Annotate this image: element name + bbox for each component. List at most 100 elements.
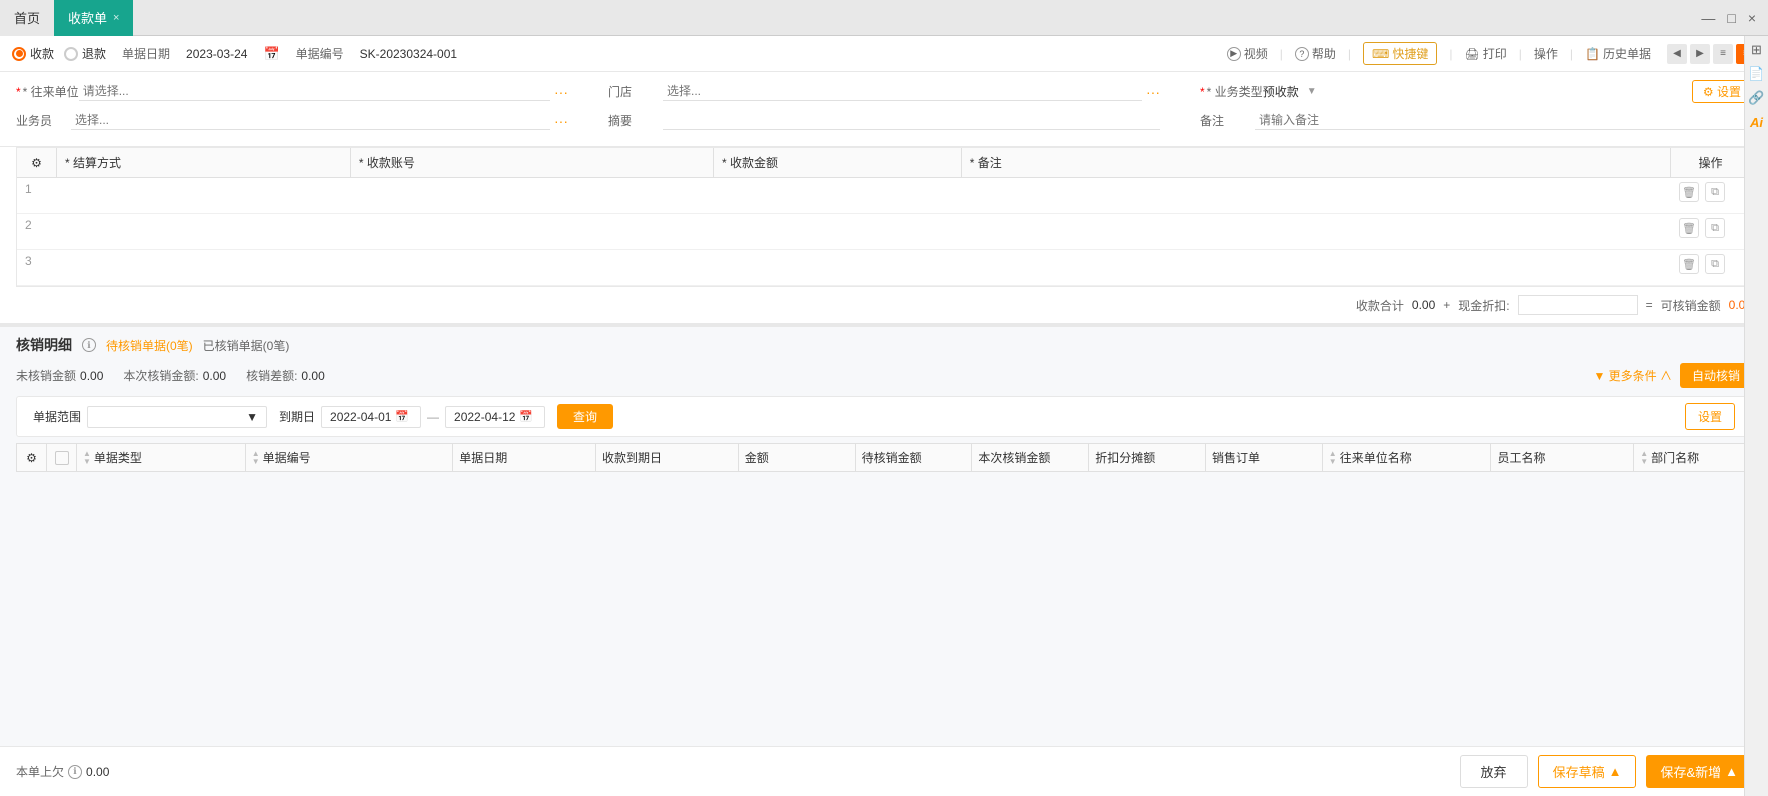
partner-more-btn[interactable]: ··· <box>554 84 568 100</box>
row1-account[interactable] <box>351 178 714 213</box>
bt-current-label: 本次核销金额 <box>978 449 1050 466</box>
row3-amount[interactable] <box>714 250 961 285</box>
staff-field: 业务员 ··· <box>16 111 568 130</box>
sidebar-ai-icon[interactable]: Ai <box>1747 112 1767 132</box>
bt-pending-label: 待核销金额 <box>862 449 922 466</box>
save-draft-btn[interactable]: 保存草稿 ▲ <box>1538 755 1637 788</box>
tab-home[interactable]: 首页 <box>0 0 54 36</box>
shop-more-btn[interactable]: ··· <box>1146 84 1160 100</box>
radio-refund[interactable]: 退款 <box>64 45 106 62</box>
abandon-btn[interactable]: 放弃 <box>1460 755 1528 788</box>
shop-input[interactable] <box>663 82 1142 101</box>
video-btn[interactable]: ▶ 视频 <box>1227 45 1268 62</box>
due-date-field: 到期日 2022-04-01 📅 — 2022-04-12 📅 <box>279 406 545 428</box>
bt-col-settings-header[interactable]: ⚙ <box>17 444 47 471</box>
writeoff-info-icon[interactable]: ℹ <box>82 338 96 352</box>
row3-method[interactable] <box>57 250 351 285</box>
bt-col-check-header[interactable] <box>47 444 77 471</box>
calendar-icon[interactable]: 📅 <box>263 46 279 62</box>
auto-writeoff-btn[interactable]: 自动核销 <box>1680 363 1752 388</box>
row1-remark[interactable] <box>961 178 1671 213</box>
form-area: ** 往来单位 ··· 门店 ··· ** 业务类型 预收款 ▼ ⚙ 设置 <box>0 72 1768 147</box>
pending-tab[interactable]: 待核销单据(0笔) <box>106 337 193 354</box>
row2-amount[interactable] <box>714 214 961 249</box>
bt-type-label: 单据类型 <box>94 449 142 466</box>
calendar-to-icon[interactable]: 📅 <box>519 410 533 423</box>
no-sort-arrows: ▲▼ <box>252 450 260 466</box>
col-method-label: * 结算方式 <box>65 154 121 171</box>
row3-delete-btn[interactable]: 🗑 <box>1679 254 1699 274</box>
print-icon: 🖨 <box>1465 47 1480 61</box>
bottom-info-icon[interactable]: ℹ <box>68 765 82 779</box>
query-btn[interactable]: 查询 <box>557 404 613 429</box>
tab-bar: 首页 收款单 × — □ × <box>0 0 1768 36</box>
row2-method[interactable] <box>57 214 351 249</box>
bt-col-discount-header: 折扣分摊额 <box>1089 444 1206 471</box>
business-type-value[interactable]: 预收款 ▼ <box>1263 83 1692 100</box>
sidebar-table-icon[interactable]: ⊞ <box>1747 40 1767 60</box>
due-date-label: 到期日 <box>279 408 315 425</box>
row1-op-btns: 🗑 ⧉ <box>1679 182 1743 202</box>
tab-close-btn[interactable]: × <box>113 12 119 24</box>
close-icon[interactable]: × <box>1744 10 1760 26</box>
filter-row: 单据范围 ▼ 到期日 2022-04-01 📅 — 2022-04-12 📅 查 <box>16 396 1752 437</box>
save-new-label: 保存&新增 <box>1660 762 1721 781</box>
col-settings-header[interactable]: ⚙ <box>17 148 57 177</box>
done-tab[interactable]: 已核销单据(0笔) <box>203 337 290 354</box>
tab-receipt[interactable]: 收款单 × <box>54 0 133 36</box>
bt-col-duedate-header: 收款到期日 <box>596 444 739 471</box>
row2-delete-btn[interactable]: 🗑 <box>1679 218 1699 238</box>
date-from-input[interactable]: 2022-04-01 📅 <box>321 406 421 428</box>
list-layout-icon[interactable]: ≡ <box>1713 44 1733 64</box>
staff-input[interactable] <box>71 111 550 130</box>
row3-remark[interactable] <box>961 250 1671 285</box>
remark-input[interactable] <box>1255 111 1752 130</box>
available-label: 可核销金额 <box>1661 297 1721 314</box>
receipt-table: ⚙ * 结算方式 * 收款账号 * 收款金额 * 备注 操作 1 <box>16 147 1752 287</box>
form-settings-btn[interactable]: ⚙ 设置 <box>1692 80 1752 103</box>
row2-remark[interactable] <box>961 214 1671 249</box>
range-select[interactable]: ▼ <box>87 406 267 428</box>
partner-input[interactable] <box>79 82 550 101</box>
row3-copy-btn[interactable]: ⧉ <box>1705 254 1725 274</box>
more-filter-btn[interactable]: ▼ 更多条件 ∧ <box>1593 367 1672 384</box>
save-new-btn[interactable]: 保存&新增 ▲ <box>1646 755 1752 788</box>
row1-num: 1 <box>17 178 57 213</box>
radio-receive[interactable]: 收款 <box>12 45 54 62</box>
current-value: 0.00 <box>203 369 226 383</box>
minimize-icon[interactable]: — <box>1697 10 1719 26</box>
print-btn[interactable]: 🖨 打印 <box>1465 45 1507 62</box>
business-type-field: ** 业务类型 预收款 ▼ ⚙ 设置 <box>1200 80 1752 103</box>
writeoff-stats: 未核销金额 0.00 本次核销金额: 0.00 核销差额: 0.00 ▼ 更多条… <box>0 363 1768 396</box>
sidebar-doc-icon[interactable]: 📄 <box>1747 64 1767 84</box>
select-all-checkbox[interactable] <box>55 451 69 465</box>
operation-btn[interactable]: 操作 <box>1534 45 1558 62</box>
writeoff-title: 核销明细 <box>16 335 72 355</box>
row1-method[interactable] <box>57 178 351 213</box>
prev-layout-icon[interactable]: ◀ <box>1667 44 1687 64</box>
date-to-input[interactable]: 2022-04-12 📅 <box>445 406 545 428</box>
filter-settings-btn[interactable]: 设置 <box>1685 403 1735 430</box>
number-value: SK-20230324-001 <box>360 47 457 61</box>
maximize-icon[interactable]: □ <box>1723 10 1739 26</box>
history-btn[interactable]: 📋 历史单据 <box>1585 45 1651 62</box>
radio-refund-label: 退款 <box>82 45 106 62</box>
discount-input[interactable] <box>1518 295 1638 315</box>
staff-more-btn[interactable]: ··· <box>554 113 568 129</box>
row2-account[interactable] <box>351 214 714 249</box>
summary-row: 收款合计 0.00 + 现金折扣: = 可核销金额 0.00 <box>0 287 1768 323</box>
row3-account[interactable] <box>351 250 714 285</box>
shortcut-btn[interactable]: ⌨ 快捷键 <box>1363 42 1437 65</box>
dept-sort-arrows: ▲▼ <box>1640 450 1648 466</box>
row1-delete-btn[interactable]: 🗑 <box>1679 182 1699 202</box>
col-method-header: * 结算方式 <box>57 148 351 177</box>
calendar-from-icon[interactable]: 📅 <box>395 410 409 423</box>
summary-input[interactable] <box>663 111 1160 130</box>
row2-copy-btn[interactable]: ⧉ <box>1705 218 1725 238</box>
row1-amount[interactable] <box>714 178 961 213</box>
row1-copy-btn[interactable]: ⧉ <box>1705 182 1725 202</box>
sidebar-link-icon[interactable]: 🔗 <box>1747 88 1767 108</box>
bt-col-amount-header: 金额 <box>739 444 856 471</box>
help-btn[interactable]: ? 帮助 <box>1295 45 1336 62</box>
next-layout-icon[interactable]: ▶ <box>1690 44 1710 64</box>
